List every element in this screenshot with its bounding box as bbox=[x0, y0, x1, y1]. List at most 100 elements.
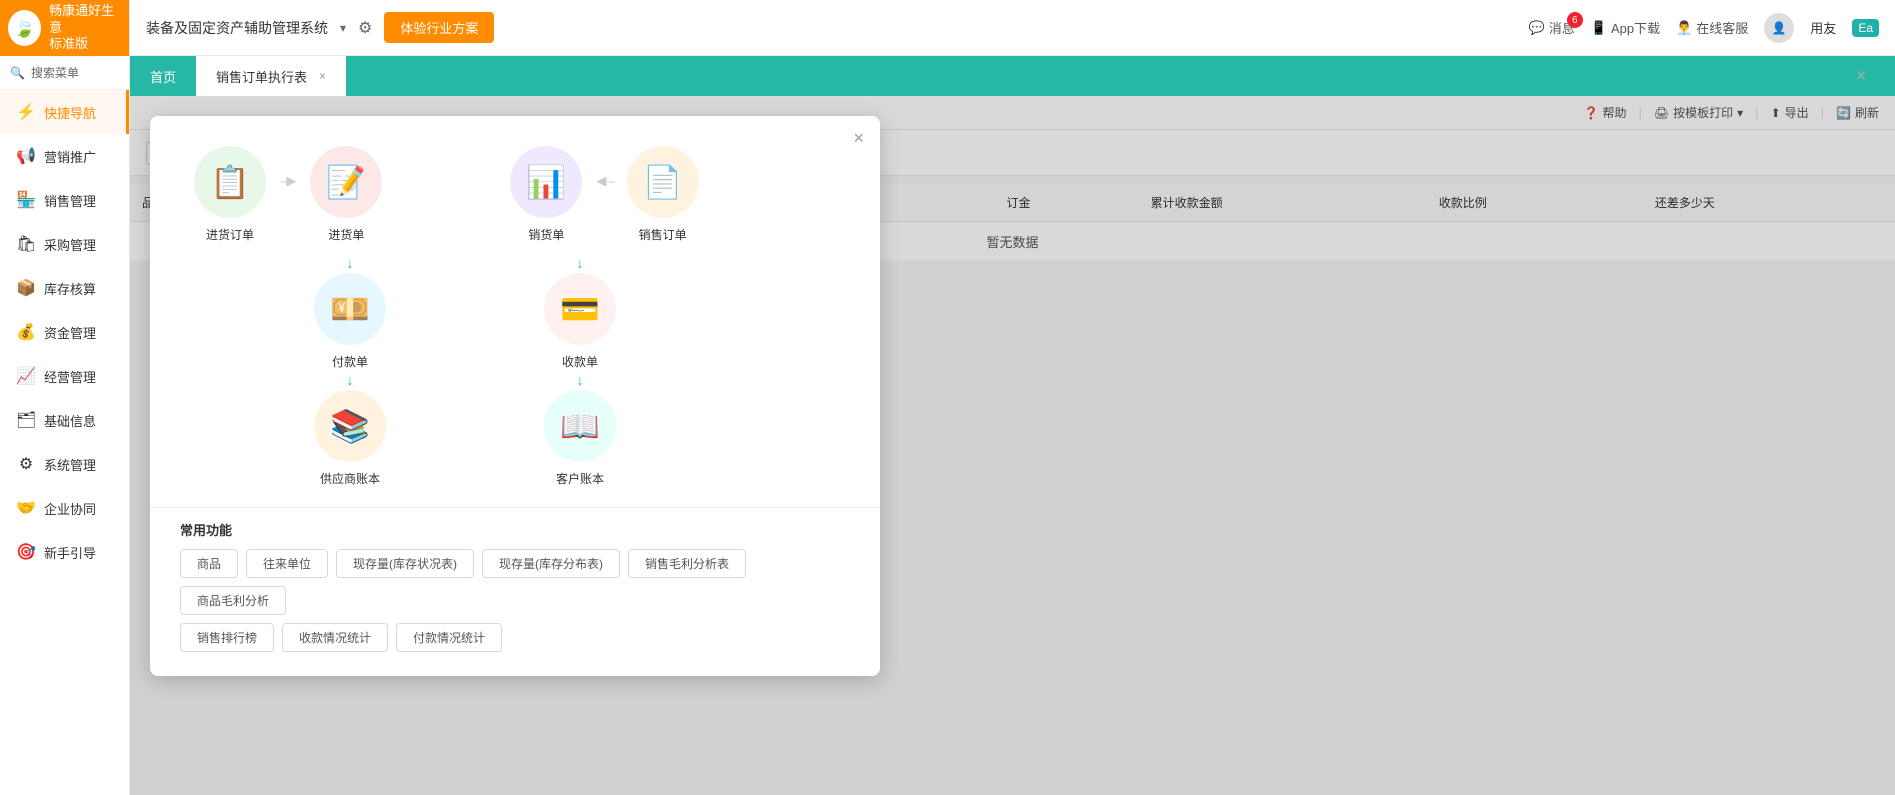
sidebar-item-label: 库存核算 bbox=[44, 279, 96, 298]
flow-node-purchase-bill[interactable]: 📝 进货单 bbox=[296, 146, 396, 243]
tab-sale-order-exec[interactable]: 销售订单执行表 × bbox=[196, 56, 346, 96]
flow-diagram: 📋 进货订单 - - - - - ▶ 📝 进货单 bbox=[150, 116, 880, 507]
sidebar: 🍃 畅康通好生意 标准版 🔍 搜索菜单 ⚡ 快捷导航 📢 营销推广 🏪 销售管理… bbox=[0, 0, 130, 795]
purchase-icon: 🛍 bbox=[16, 234, 36, 254]
sale-order-label: 销售订单 bbox=[639, 226, 687, 243]
sidebar-item-purchase[interactable]: 🛍 采购管理 bbox=[0, 222, 129, 266]
user-avatar[interactable]: 👤 bbox=[1764, 13, 1794, 43]
sidebar-item-quick-nav[interactable]: ⚡ 快捷导航 bbox=[0, 90, 129, 134]
arrow-so-to-sb: ◀ - - - - - bbox=[596, 173, 612, 217]
service-icon: 👨‍💼 bbox=[1676, 20, 1692, 36]
customer-ledger-circle[interactable]: 📖 bbox=[544, 390, 616, 462]
flow-modal: × 📋 进货订单 - - - - - ▶ bbox=[150, 116, 880, 676]
newbie-icon: 🎯 bbox=[16, 542, 36, 562]
flow-middle: ↓ 💴 付款单 ↓ 📚 供应商账本 bbox=[180, 253, 850, 487]
gear-icon[interactable]: ⚙ bbox=[358, 18, 372, 38]
ea-label[interactable]: Ea bbox=[1852, 19, 1879, 37]
btn-receipt-stats[interactable]: 收款情况统计 bbox=[282, 623, 388, 652]
purchase-bill-label: 进货单 bbox=[328, 226, 364, 243]
inventory-icon: 📦 bbox=[16, 278, 36, 298]
sidebar-item-finance[interactable]: 💰 资金管理 bbox=[0, 310, 129, 354]
app-download-button[interactable]: 📱 App下载 bbox=[1591, 18, 1660, 37]
tab-home[interactable]: 首页 bbox=[130, 56, 196, 96]
topbar: 装备及固定资产辅助管理系统 ▾ ⚙ 体验行业方案 💬 消息 6 📱 App下载 … bbox=[130, 0, 1895, 56]
tabbar: 首页 销售订单执行表 × ✕ bbox=[130, 56, 1895, 96]
sidebar-item-label: 采购管理 bbox=[44, 235, 96, 254]
modal-close-button[interactable]: × bbox=[853, 128, 864, 149]
sidebar-item-base-info[interactable]: 🗂 基础信息 bbox=[0, 398, 129, 442]
purchase-bill-circle[interactable]: 📝 bbox=[310, 146, 382, 218]
btn-product[interactable]: 商品 bbox=[180, 549, 238, 578]
sidebar-nav: ⚡ 快捷导航 📢 营销推广 🏪 销售管理 🛍 采购管理 📦 库存核算 💰 资金管… bbox=[0, 90, 129, 795]
logo-text: 畅康通好生意 标准版 bbox=[49, 3, 121, 54]
flow-node-purchase-order[interactable]: 📋 进货订单 bbox=[180, 146, 280, 243]
supplier-ledger-label: 供应商账本 bbox=[320, 470, 380, 487]
sidebar-item-label: 快捷导航 bbox=[44, 103, 96, 122]
user-label: 用友 bbox=[1810, 18, 1836, 37]
payment-circle[interactable]: 💴 bbox=[314, 273, 386, 345]
customer-ledger-label: 客户账本 bbox=[556, 470, 604, 487]
sidebar-item-inventory[interactable]: 📦 库存核算 bbox=[0, 266, 129, 310]
sidebar-item-label: 系统管理 bbox=[44, 455, 96, 474]
btn-current-stock-status[interactable]: 现存量(库存状况表) bbox=[336, 549, 474, 578]
purchase-order-label: 进货订单 bbox=[206, 226, 254, 243]
message-button[interactable]: 💬 消息 6 bbox=[1529, 18, 1575, 37]
sidebar-item-marketing[interactable]: 📢 营销推广 bbox=[0, 134, 129, 178]
enterprise-icon: 🤝 bbox=[16, 498, 36, 518]
search-label: 搜索菜单 bbox=[31, 64, 79, 81]
flow-node-sale-order[interactable]: 📄 销售订单 bbox=[613, 146, 713, 243]
topbar-right: 💬 消息 6 📱 App下载 👨‍💼 在线客服 👤 用友 Ea bbox=[1529, 13, 1879, 43]
common-functions-buttons-row2: 销售排行榜 收款情况统计 付款情况统计 bbox=[180, 623, 850, 652]
sale-order-circle[interactable]: 📄 bbox=[627, 146, 699, 218]
flow-node-supplier-ledger[interactable]: 📚 供应商账本 bbox=[300, 390, 400, 487]
sale-bill-circle[interactable]: 📊 bbox=[510, 146, 582, 218]
system-icon: ⚙ bbox=[16, 454, 36, 474]
message-icon: 💬 bbox=[1529, 20, 1545, 36]
sidebar-item-operations[interactable]: 📈 经营管理 bbox=[0, 354, 129, 398]
flow-node-payment[interactable]: 💴 付款单 bbox=[300, 273, 400, 370]
supplier-ledger-circle[interactable]: 📚 bbox=[314, 390, 386, 462]
purchase-order-circle[interactable]: 📋 bbox=[194, 146, 266, 218]
flow-node-sale-bill[interactable]: 📊 销货单 bbox=[496, 146, 596, 243]
sidebar-item-label: 销售管理 bbox=[44, 191, 96, 210]
arrow-down-supplier: ↓ bbox=[314, 372, 386, 388]
modal-overlay: × 📋 进货订单 - - - - - ▶ bbox=[130, 96, 1895, 795]
logo-icon: 🍃 bbox=[8, 10, 41, 46]
btn-payment-stats[interactable]: 付款情况统计 bbox=[396, 623, 502, 652]
base-info-icon: 🗂 bbox=[16, 410, 36, 430]
common-functions-title: 常用功能 bbox=[180, 520, 850, 539]
message-badge: 6 bbox=[1567, 12, 1583, 28]
download-icon: 📱 bbox=[1591, 20, 1607, 36]
sidebar-item-sales[interactable]: 🏪 销售管理 bbox=[0, 178, 129, 222]
receipt-label: 收款单 bbox=[562, 353, 598, 370]
search-icon: 🔍 bbox=[10, 66, 25, 80]
sidebar-item-label: 新手引导 bbox=[44, 543, 96, 562]
flow-col-payment: ↓ 💴 付款单 ↓ 📚 供应商账本 bbox=[300, 253, 400, 487]
sidebar-item-label: 营销推广 bbox=[44, 147, 96, 166]
btn-sales-gross-analysis[interactable]: 销售毛利分析表 bbox=[628, 549, 746, 578]
sidebar-item-label: 资金管理 bbox=[44, 323, 96, 342]
receipt-circle[interactable]: 💳 bbox=[544, 273, 616, 345]
common-functions-section: 常用功能 商品 往来单位 现存量(库存状况表) 现存量(库存分布表) 销售毛利分… bbox=[150, 507, 880, 672]
sidebar-item-label: 基础信息 bbox=[44, 411, 96, 430]
trial-button[interactable]: 体验行业方案 bbox=[384, 12, 494, 43]
flow-node-customer-ledger[interactable]: 📖 客户账本 bbox=[530, 390, 630, 487]
btn-current-stock-dist[interactable]: 现存量(库存分布表) bbox=[482, 549, 620, 578]
btn-counterparty[interactable]: 往来单位 bbox=[246, 549, 328, 578]
sidebar-item-newbie[interactable]: 🎯 新手引导 bbox=[0, 530, 129, 574]
flow-node-receipt[interactable]: 💳 收款单 bbox=[530, 273, 630, 370]
btn-product-gross-analysis[interactable]: 商品毛利分析 bbox=[180, 586, 286, 615]
flow-row-top: 📋 进货订单 - - - - - ▶ 📝 进货单 bbox=[180, 146, 850, 243]
dropdown-icon[interactable]: ▾ bbox=[340, 21, 346, 35]
sales-icon: 🏪 bbox=[16, 190, 36, 210]
window-close-icon[interactable]: ✕ bbox=[1855, 68, 1867, 85]
online-service-button[interactable]: 👨‍💼 在线客服 bbox=[1676, 18, 1748, 37]
common-functions-buttons: 商品 往来单位 现存量(库存状况表) 现存量(库存分布表) 销售毛利分析表 商品… bbox=[180, 549, 850, 615]
sidebar-item-system[interactable]: ⚙ 系统管理 bbox=[0, 442, 129, 486]
sidebar-search[interactable]: 🔍 搜索菜单 bbox=[0, 56, 129, 90]
sale-bill-label: 销货单 bbox=[528, 226, 564, 243]
tab-close-icon[interactable]: × bbox=[319, 69, 326, 83]
quick-nav-icon: ⚡ bbox=[16, 102, 36, 122]
sidebar-item-enterprise[interactable]: 🤝 企业协同 bbox=[0, 486, 129, 530]
btn-sales-ranking[interactable]: 销售排行榜 bbox=[180, 623, 274, 652]
